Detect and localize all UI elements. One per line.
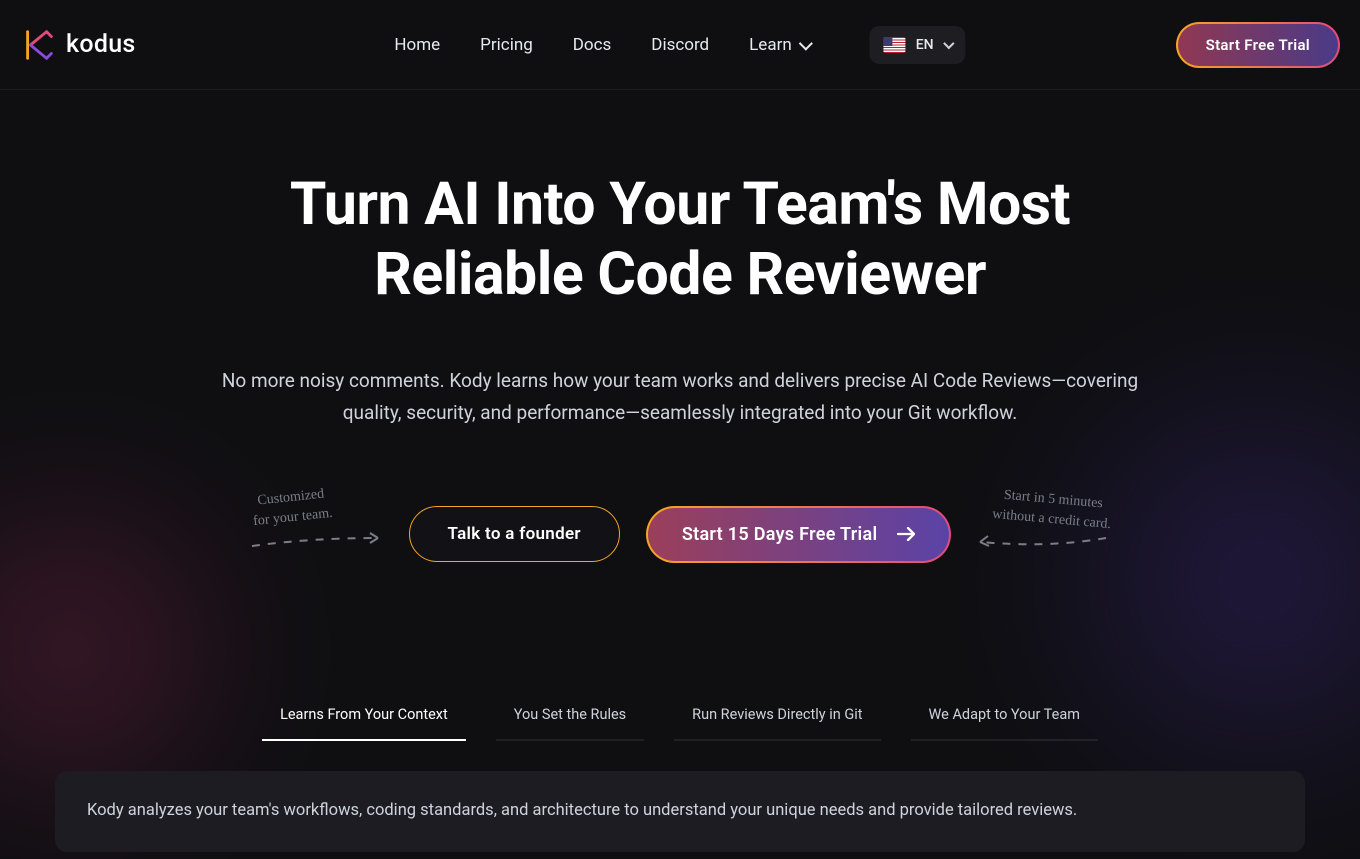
annotation-right: Start in 5 minutes without a credit card… [992, 485, 1114, 534]
start-trial-button[interactable]: Start 15 Days Free Trial [646, 506, 952, 563]
language-code: EN [916, 37, 934, 53]
tab-learns-from-context[interactable]: Learns From Your Context [262, 698, 466, 741]
nav-discord[interactable]: Discord [651, 35, 709, 55]
title-line-2: Reliable Code Reviewer [374, 240, 986, 309]
tab-you-set-rules[interactable]: You Set the Rules [496, 698, 644, 741]
start-free-trial-label: Start Free Trial [1206, 36, 1310, 54]
feature-tabs: Learns From Your Context You Set the Rul… [0, 698, 1360, 741]
annotation-left: Customized for your team. [250, 484, 333, 531]
dashed-arrow-right-icon [968, 530, 1108, 560]
cta-row: Customized for your team. Talk to a foun… [0, 506, 1360, 563]
navbar: kodus Home Pricing Docs Discord Learn EN… [0, 0, 1360, 90]
talk-to-founder-button[interactable]: Talk to a founder [409, 506, 620, 562]
nav-pricing[interactable]: Pricing [480, 35, 533, 55]
tab-panel-content: Kody analyzes your team's workflows, cod… [55, 771, 1305, 852]
chevron-down-icon [943, 37, 954, 48]
hero: Turn AI Into Your Team's Most Reliable C… [0, 90, 1360, 852]
nav-home[interactable]: Home [394, 35, 440, 55]
brand-logo[interactable]: kodus [20, 26, 136, 64]
nav-links: Home Pricing Docs Discord Learn EN [394, 26, 965, 64]
tab-run-in-git[interactable]: Run Reviews Directly in Git [674, 698, 880, 741]
arrow-right-icon [897, 527, 915, 541]
nav-docs[interactable]: Docs [573, 35, 612, 55]
page-title: Turn AI Into Your Team's Most Reliable C… [230, 170, 1130, 309]
language-switcher[interactable]: EN [870, 26, 966, 64]
start-free-trial-button[interactable]: Start Free Trial [1176, 22, 1340, 68]
tab-adapt-to-team[interactable]: We Adapt to Your Team [911, 698, 1098, 741]
dashed-arrow-left-icon [250, 528, 390, 558]
hero-subtitle: No more noisy comments. Kody learns how … [205, 365, 1155, 428]
brand-name: kodus [66, 30, 136, 59]
start-trial-label: Start 15 Days Free Trial [682, 524, 878, 545]
talk-to-founder-label: Talk to a founder [448, 524, 581, 544]
nav-learn-label: Learn [749, 35, 792, 55]
chevron-down-icon [799, 36, 813, 50]
nav-learn[interactable]: Learn [749, 35, 810, 55]
logo-icon [20, 26, 58, 64]
title-line-1: Turn AI Into Your Team's Most [290, 170, 1070, 239]
flag-us-icon [884, 37, 906, 53]
